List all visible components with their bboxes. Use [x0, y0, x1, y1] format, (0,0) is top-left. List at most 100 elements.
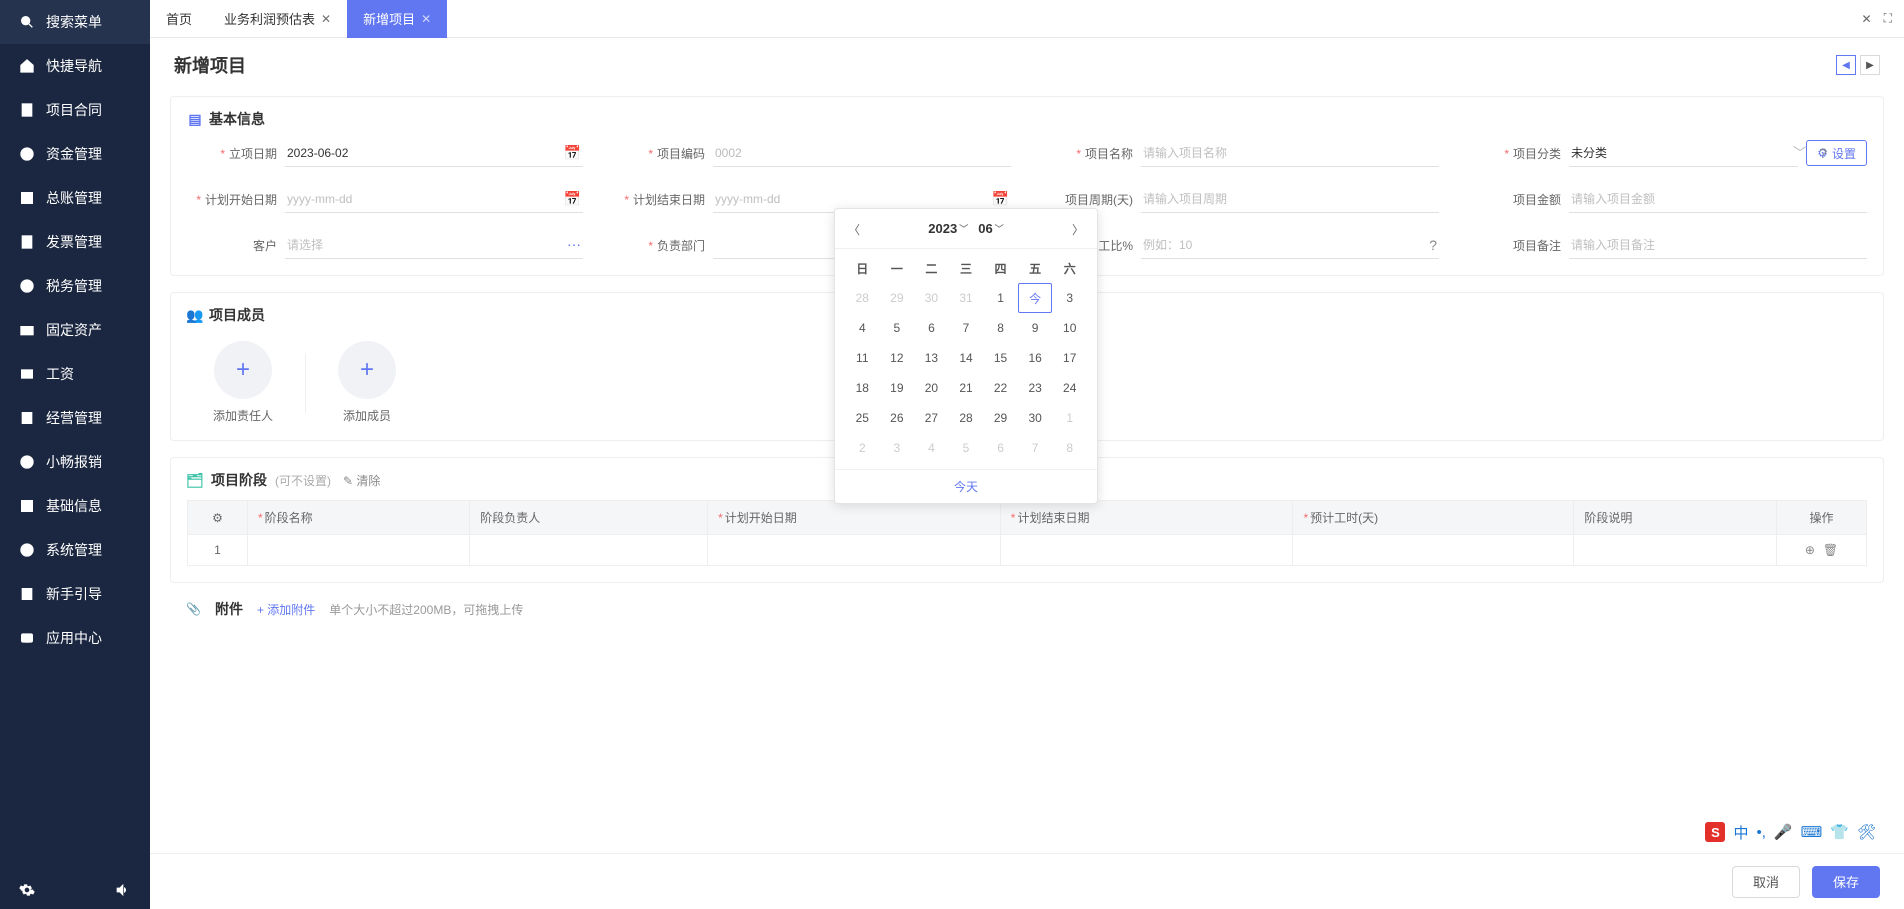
settings-icon[interactable]	[18, 881, 36, 899]
ime-keyboard-icon[interactable]: ⌨	[1801, 823, 1823, 841]
sidebar-item-biz[interactable]: 经营管理	[0, 396, 150, 440]
settings-button[interactable]: ⚙ 设置	[1806, 140, 1867, 166]
date-cell[interactable]: 29	[880, 283, 915, 313]
date-cell[interactable]: 17	[1052, 343, 1087, 373]
ime-toolbar[interactable]: S 中 •, 🎤 ⌨ 👕 🛠	[1705, 819, 1876, 845]
more-icon[interactable]: ⋯	[567, 237, 581, 254]
date-cell[interactable]: 28	[845, 283, 880, 313]
date-cell[interactable]: 8	[983, 313, 1018, 343]
date-cell[interactable]: 11	[845, 343, 880, 373]
tab[interactable]: 业务利润预估表✕	[208, 0, 347, 38]
sidebar-item-apps[interactable]: 应用中心	[0, 616, 150, 660]
date-cell[interactable]: 28	[949, 403, 984, 433]
date-cell[interactable]: 19	[880, 373, 915, 403]
add-row-icon[interactable]: ⊕	[1805, 543, 1815, 557]
tab[interactable]: 首页	[150, 0, 208, 38]
help-icon[interactable]: ?	[1819, 145, 1827, 161]
date-cell[interactable]: 10	[1052, 313, 1087, 343]
prev-month-button[interactable]: 〈	[839, 209, 869, 249]
date-cell[interactable]: 6	[983, 433, 1018, 463]
date-cell[interactable]: 2	[845, 433, 880, 463]
help-icon[interactable]: ?	[1429, 237, 1437, 253]
add-attachment-button[interactable]: + 添加附件	[257, 601, 315, 618]
date-cell[interactable]: 14	[949, 343, 984, 373]
sidebar-item-expense[interactable]: 小畅报销	[0, 440, 150, 484]
date-cell[interactable]: 7	[949, 313, 984, 343]
date-cell[interactable]: 30	[914, 283, 949, 313]
prev-record-button[interactable]: ◀	[1836, 55, 1856, 75]
save-button[interactable]: 保存	[1812, 866, 1880, 898]
date-cell[interactable]: 3	[880, 433, 915, 463]
date-cell[interactable]: 5	[949, 433, 984, 463]
today-button[interactable]: 今天	[835, 469, 1097, 503]
duration-input[interactable]	[1141, 185, 1439, 213]
date-cell[interactable]: 9	[1018, 313, 1053, 343]
sidebar-item-tax[interactable]: 税务管理	[0, 264, 150, 308]
complete-pct-input[interactable]	[1141, 231, 1439, 259]
ime-mic-icon[interactable]: 🎤	[1774, 823, 1793, 841]
date-cell[interactable]: 23	[1018, 373, 1053, 403]
date-cell[interactable]: 27	[914, 403, 949, 433]
approve-date-input[interactable]	[285, 139, 583, 167]
date-cell[interactable]: 4	[914, 433, 949, 463]
gear-col[interactable]: ⚙	[188, 501, 248, 535]
tab[interactable]: 新增项目✕	[347, 0, 447, 38]
chevron-down-icon[interactable]: ﹀	[1793, 143, 1807, 163]
date-cell[interactable]: 3	[1052, 283, 1087, 313]
cancel-button[interactable]: 取消	[1732, 866, 1800, 898]
delete-row-icon[interactable]: 🗑	[1823, 543, 1838, 557]
sidebar-item-contract[interactable]: 项目合同	[0, 88, 150, 132]
ime-skin-icon[interactable]: 👕	[1830, 823, 1849, 841]
sidebar-item-home[interactable]: 快捷导航	[0, 44, 150, 88]
remark-input[interactable]	[1569, 231, 1867, 259]
ime-lang-icon[interactable]: 中	[1733, 822, 1748, 843]
calendar-icon[interactable]: 📅	[564, 145, 581, 162]
year-select[interactable]: 2023﹀	[928, 221, 968, 236]
sidebar-item-fund[interactable]: 资金管理	[0, 132, 150, 176]
next-record-button[interactable]: ▶	[1860, 55, 1880, 75]
plan-start-input[interactable]	[285, 185, 583, 213]
date-cell[interactable]: 13	[914, 343, 949, 373]
amount-input[interactable]	[1569, 185, 1867, 213]
next-month-button[interactable]: 〉	[1063, 209, 1093, 249]
date-cell[interactable]: 1	[983, 283, 1018, 313]
sidebar-item-asset[interactable]: 固定资产	[0, 308, 150, 352]
date-cell[interactable]: 31	[949, 283, 984, 313]
date-cell[interactable]: 22	[983, 373, 1018, 403]
fullscreen-icon[interactable]: ⛶	[1884, 11, 1892, 26]
sound-icon[interactable]	[114, 881, 132, 899]
project-name-input[interactable]	[1141, 139, 1439, 167]
date-cell[interactable]: 4	[845, 313, 880, 343]
sidebar-item-guide[interactable]: 新手引导	[0, 572, 150, 616]
tab-close-icon[interactable]: ✕	[421, 12, 431, 26]
date-cell[interactable]: 16	[1018, 343, 1053, 373]
project-class-select[interactable]	[1569, 139, 1798, 167]
sidebar-item-search[interactable]: 搜索菜单	[0, 0, 150, 44]
sidebar-item-salary[interactable]: 工资	[0, 352, 150, 396]
date-cell[interactable]: 12	[880, 343, 915, 373]
add-owner-button[interactable]: +	[214, 341, 272, 399]
date-cell[interactable]: 20	[914, 373, 949, 403]
date-cell[interactable]: 今	[1018, 283, 1053, 313]
close-icon[interactable]: ✕	[1862, 12, 1872, 26]
calendar-icon[interactable]: 📅	[564, 191, 581, 208]
tab-close-icon[interactable]: ✕	[321, 12, 331, 26]
date-cell[interactable]: 25	[845, 403, 880, 433]
date-cell[interactable]: 5	[880, 313, 915, 343]
customer-select[interactable]	[285, 231, 583, 259]
ime-tools-icon[interactable]: 🛠	[1857, 823, 1876, 841]
date-cell[interactable]: 18	[845, 373, 880, 403]
date-cell[interactable]: 1	[1052, 403, 1087, 433]
sidebar-item-ledger[interactable]: 总账管理	[0, 176, 150, 220]
sidebar-item-system[interactable]: 系统管理	[0, 528, 150, 572]
date-cell[interactable]: 15	[983, 343, 1018, 373]
date-cell[interactable]: 21	[949, 373, 984, 403]
phase-clear-button[interactable]: ✎ 清除	[343, 472, 380, 489]
date-cell[interactable]: 8	[1052, 433, 1087, 463]
calendar-icon[interactable]: 📅	[992, 191, 1009, 208]
add-member-button[interactable]: +	[338, 341, 396, 399]
date-cell[interactable]: 24	[1052, 373, 1087, 403]
project-code-input[interactable]	[713, 139, 1011, 167]
date-cell[interactable]: 6	[914, 313, 949, 343]
sidebar-item-invoice[interactable]: 发票管理	[0, 220, 150, 264]
